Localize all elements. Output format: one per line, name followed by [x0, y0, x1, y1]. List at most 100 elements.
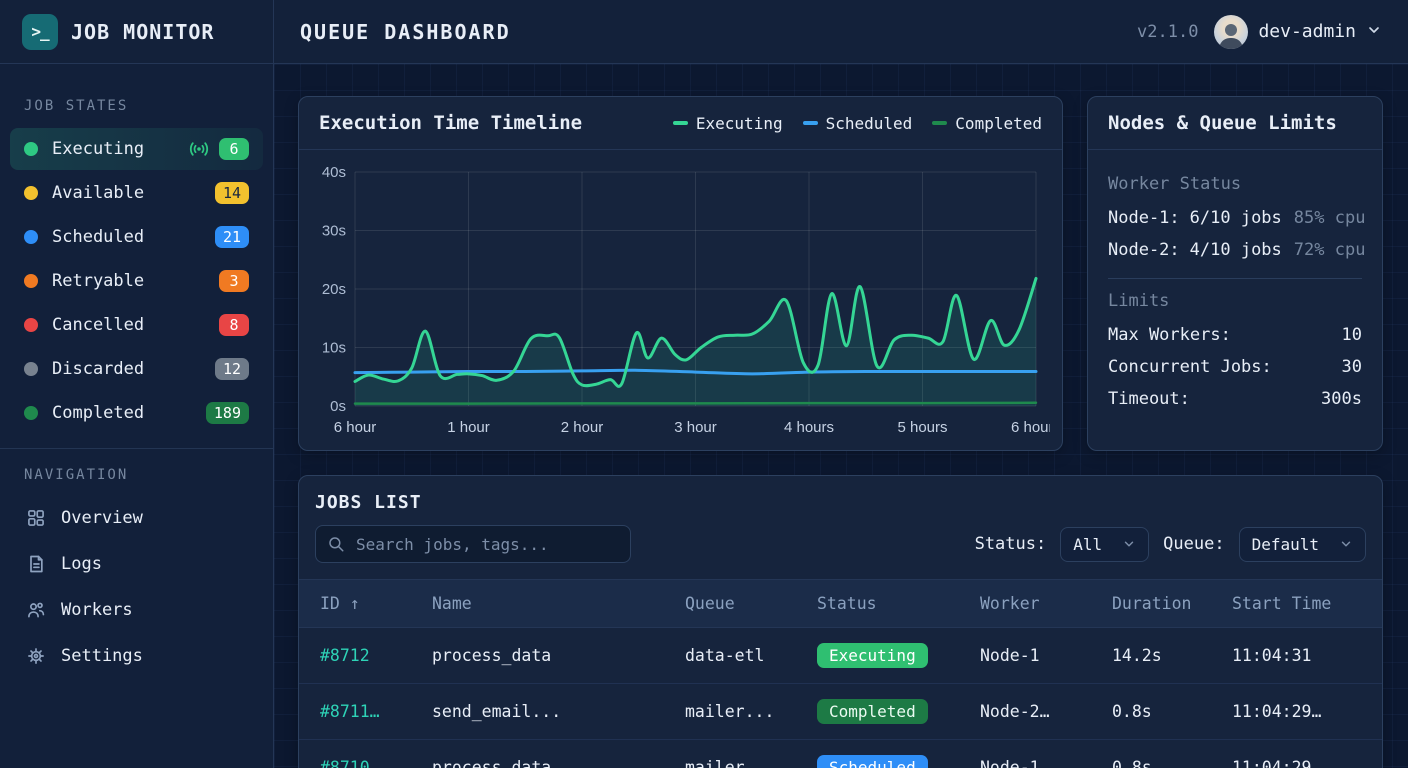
sidebar-item-logs[interactable]: Logs — [0, 541, 273, 587]
brand: >_ JOB MONITOR — [0, 0, 274, 63]
job-queue: mailer — [664, 739, 796, 768]
chevron-down-icon — [1366, 22, 1382, 42]
state-count-badge: 6 — [219, 138, 249, 160]
svg-text:1 hour: 1 hour — [447, 419, 490, 436]
legend-item-scheduled[interactable]: Scheduled — [802, 114, 912, 133]
svg-text:4 hours: 4 hours — [784, 419, 834, 436]
sidebar-item-completed[interactable]: Completed 189 — [10, 392, 263, 434]
nav-label: Settings — [61, 646, 143, 666]
column-header-status: Status — [796, 579, 959, 628]
legend-item-completed[interactable]: Completed — [932, 114, 1042, 133]
job-start-time: 11:04:31 — [1211, 627, 1382, 684]
node-status-row: Node-1: 6/10 jobs 85% cpu — [1108, 208, 1366, 228]
node-status-row: Node-2: 4/10 jobs 72% cpu — [1108, 240, 1366, 260]
state-dot — [24, 362, 38, 376]
sidebar-item-overview[interactable]: Overview — [0, 495, 273, 541]
limit-row: Timeout: 300s — [1108, 389, 1362, 409]
svg-text:20s: 20s — [322, 281, 346, 298]
timeline-card-title: Execution Time Timeline — [319, 112, 583, 134]
page-title: QUEUE DASHBOARD — [300, 19, 511, 44]
user-menu[interactable]: dev-admin — [1214, 14, 1382, 49]
nodes-card: Nodes & Queue Limits Worker Status Node-… — [1087, 96, 1383, 451]
queue-filter-label: Queue: — [1163, 534, 1225, 554]
sidebar-item-available[interactable]: Available 14 — [10, 172, 263, 214]
job-id-link[interactable]: #8711… — [320, 702, 380, 721]
column-header-worker: Worker — [959, 579, 1091, 628]
queue-filter-select[interactable]: Default — [1238, 526, 1366, 562]
nodes-card-title: Nodes & Queue Limits — [1108, 112, 1337, 134]
state-count-badge: 3 — [219, 270, 249, 292]
job-name: process_data — [411, 627, 664, 684]
job-duration: 0.8s — [1091, 683, 1211, 740]
app-title: JOB MONITOR — [71, 19, 215, 44]
sidebar-item-settings[interactable]: Settings — [0, 633, 273, 679]
state-label: Scheduled — [52, 227, 145, 247]
sidebar-item-executing[interactable]: Executing 6 — [10, 128, 263, 170]
grid-icon — [26, 508, 46, 528]
nav-label: Workers — [61, 600, 133, 620]
job-duration: 0.8s — [1091, 739, 1211, 768]
legend-dash — [672, 121, 688, 125]
state-label: Retryable — [52, 271, 145, 291]
search-input[interactable] — [315, 525, 631, 563]
job-name: process_data — [411, 739, 664, 768]
limit-row: Max Workers: 10 — [1108, 325, 1362, 345]
job-queue: mailer... — [664, 683, 796, 740]
state-count-badge: 189 — [205, 402, 249, 424]
column-header-start-time: Start Time — [1211, 579, 1382, 628]
app-header: >_ JOB MONITOR QUEUE DASHBOARD v2.1.0 de… — [0, 0, 1408, 64]
sidebar-item-scheduled[interactable]: Scheduled 21 — [10, 216, 263, 258]
state-label: Completed — [52, 403, 145, 423]
state-dot — [24, 318, 38, 332]
svg-text:6 hours: 6 hours — [1011, 419, 1050, 436]
jobs-list-card: JOBS LIST Status: All Que — [298, 475, 1383, 768]
svg-text:30s: 30s — [322, 223, 346, 240]
column-header-queue: Queue — [664, 579, 796, 628]
table-row[interactable]: #8710 process_data mailer Scheduled Node… — [299, 739, 1382, 768]
state-dot — [24, 186, 38, 200]
chevron-down-icon — [1122, 537, 1136, 551]
sidebar-item-retryable[interactable]: Retryable 3 — [10, 260, 263, 302]
svg-text:5 hours: 5 hours — [897, 419, 947, 436]
gear-icon — [26, 646, 46, 666]
legend-item-executing[interactable]: Executing — [672, 114, 783, 133]
job-start-time: 11:04:29… — [1211, 683, 1382, 740]
navigation-section-label: NAVIGATION — [24, 467, 129, 483]
svg-text:3 hour: 3 hour — [674, 419, 717, 436]
nav-label: Logs — [61, 554, 102, 574]
jobs-list-title: JOBS LIST — [315, 492, 422, 513]
svg-text:6 hour: 6 hour — [334, 419, 377, 436]
status-badge: Scheduled — [817, 755, 928, 768]
search-icon — [327, 535, 345, 557]
svg-text:10s: 10s — [322, 340, 346, 357]
worker-status-label: Worker Status — [1108, 174, 1242, 194]
legend-dash — [802, 121, 818, 125]
terminal-logo-icon: >_ — [22, 13, 58, 50]
state-count-badge: 8 — [219, 314, 249, 336]
job-start-time: 11:04:29 — [1211, 739, 1382, 768]
job-id-link[interactable]: #8712 — [320, 646, 370, 665]
sidebar-item-cancelled[interactable]: Cancelled 8 — [10, 304, 263, 346]
jobs-table: ID ↑ Name Queue Status Worker Duration S… — [299, 579, 1382, 768]
table-row[interactable]: #8712 process_data data-etl Executing No… — [299, 627, 1382, 684]
job-states-section-label: JOB STATES — [24, 98, 129, 114]
main-content: Execution Time Timeline Executing Schedu… — [274, 64, 1408, 768]
state-label: Executing — [52, 139, 145, 159]
column-header-id[interactable]: ID ↑ — [299, 579, 411, 628]
version-label: v2.1.0 — [1137, 21, 1199, 42]
sidebar-item-discarded[interactable]: Discarded 12 — [10, 348, 263, 390]
timeline-chart: 0s 10s 20s 30s 40s 6 hour 1 hour 2 hour 3 hour 4 … — [299, 150, 1062, 450]
table-row[interactable]: #8711… send_email... mailer... Completed… — [299, 683, 1382, 740]
column-header-name: Name — [411, 579, 664, 628]
state-label: Discarded — [52, 359, 145, 379]
sidebar-item-workers[interactable]: Workers — [0, 587, 273, 633]
status-filter-label: Status: — [974, 534, 1047, 554]
job-worker: Node-1 — [959, 627, 1091, 684]
status-filter-select[interactable]: All — [1060, 526, 1150, 562]
legend-dash — [932, 121, 948, 125]
line-chart-svg: 0s 10s 20s 30s 40s 6 hour 1 hour 2 hour 3 hour 4 … — [322, 164, 1061, 436]
job-id-link[interactable]: #8710 — [320, 758, 370, 768]
svg-text:0s: 0s — [330, 398, 346, 415]
state-count-badge: 12 — [214, 358, 249, 380]
document-icon — [26, 554, 46, 574]
